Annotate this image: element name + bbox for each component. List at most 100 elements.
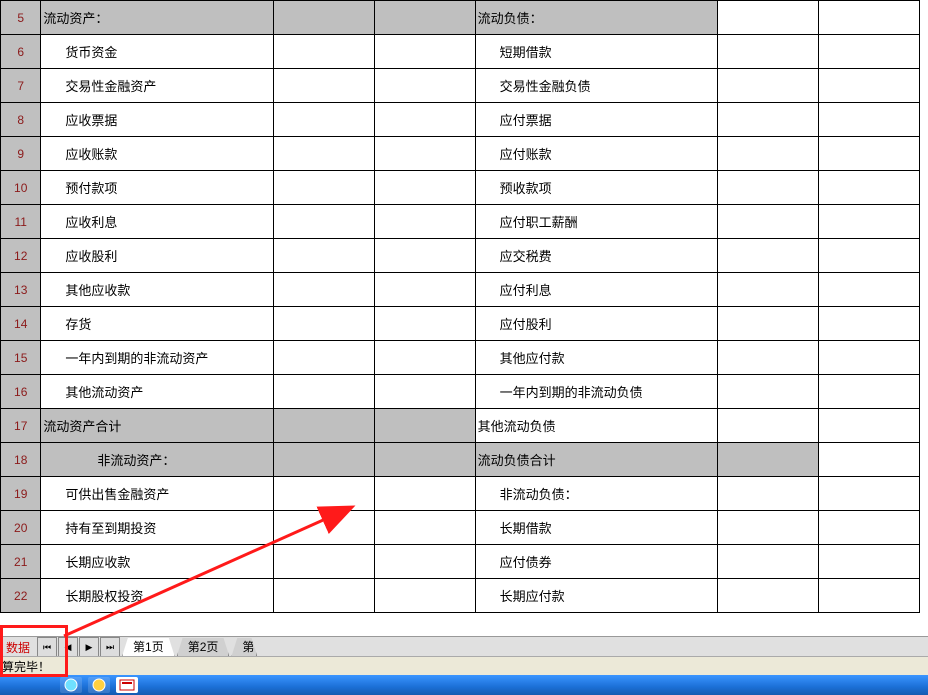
liability-value-1[interactable]: [717, 103, 818, 137]
asset-value-1[interactable]: [273, 171, 374, 205]
liability-value-1[interactable]: [717, 375, 818, 409]
asset-value-2[interactable]: [374, 137, 475, 171]
liability-value-1[interactable]: [717, 341, 818, 375]
row-header[interactable]: 11: [1, 205, 41, 239]
liability-value-2[interactable]: [818, 477, 919, 511]
liability-value-1[interactable]: [717, 477, 818, 511]
nav-first-button[interactable]: ⏮: [37, 637, 57, 657]
asset-label[interactable]: 应收票据: [41, 103, 273, 137]
liability-label[interactable]: 一年内到期的非流动负债: [475, 375, 717, 409]
asset-value-1[interactable]: [273, 511, 374, 545]
asset-value-2[interactable]: [374, 307, 475, 341]
row-header[interactable]: 7: [1, 69, 41, 103]
liability-value-1[interactable]: [717, 239, 818, 273]
asset-value-1[interactable]: [273, 307, 374, 341]
asset-value-2[interactable]: [374, 545, 475, 579]
liability-value-2[interactable]: [818, 1, 919, 35]
liability-value-2[interactable]: [818, 35, 919, 69]
liability-label[interactable]: 应付票据: [475, 103, 717, 137]
asset-value-2[interactable]: [374, 171, 475, 205]
asset-label[interactable]: 交易性金融资产: [41, 69, 273, 103]
liability-label[interactable]: 应付债券: [475, 545, 717, 579]
asset-value-1[interactable]: [273, 69, 374, 103]
asset-value-2[interactable]: [374, 35, 475, 69]
liability-value-1[interactable]: [717, 409, 818, 443]
liability-value-2[interactable]: [818, 341, 919, 375]
asset-value-2[interactable]: [374, 239, 475, 273]
row-header[interactable]: 8: [1, 103, 41, 137]
asset-value-1[interactable]: [273, 477, 374, 511]
liability-value-2[interactable]: [818, 69, 919, 103]
asset-value-2[interactable]: [374, 273, 475, 307]
liability-value-1[interactable]: [717, 69, 818, 103]
asset-value-2[interactable]: [374, 579, 475, 613]
liability-value-1[interactable]: [717, 1, 818, 35]
row-header[interactable]: 9: [1, 137, 41, 171]
taskbar-app-1-icon[interactable]: [60, 677, 82, 693]
row-header[interactable]: 10: [1, 171, 41, 205]
row-header[interactable]: 18: [1, 443, 41, 477]
row-header[interactable]: 6: [1, 35, 41, 69]
row-header[interactable]: 17: [1, 409, 41, 443]
liability-value-2[interactable]: [818, 307, 919, 341]
asset-value-2[interactable]: [374, 375, 475, 409]
sheet-tab-data[interactable]: 数据: [0, 639, 36, 656]
asset-value-2[interactable]: [374, 409, 475, 443]
liability-value-2[interactable]: [818, 545, 919, 579]
liability-value-2[interactable]: [818, 511, 919, 545]
asset-value-2[interactable]: [374, 103, 475, 137]
asset-value-2[interactable]: [374, 205, 475, 239]
liability-label[interactable]: 应付利息: [475, 273, 717, 307]
asset-label[interactable]: 预付款项: [41, 171, 273, 205]
row-header[interactable]: 22: [1, 579, 41, 613]
liability-label[interactable]: 应付股利: [475, 307, 717, 341]
asset-label[interactable]: 流动资产合计: [41, 409, 273, 443]
liability-value-1[interactable]: [717, 137, 818, 171]
asset-value-1[interactable]: [273, 443, 374, 477]
liability-value-1[interactable]: [717, 273, 818, 307]
asset-label[interactable]: 非流动资产：: [41, 443, 273, 477]
asset-value-1[interactable]: [273, 35, 374, 69]
liability-value-1[interactable]: [717, 579, 818, 613]
row-header[interactable]: 14: [1, 307, 41, 341]
liability-label[interactable]: 长期借款: [475, 511, 717, 545]
liability-label[interactable]: 应付职工薪酬: [475, 205, 717, 239]
liability-label[interactable]: 应付账款: [475, 137, 717, 171]
asset-value-1[interactable]: [273, 273, 374, 307]
liability-label[interactable]: 其他应付款: [475, 341, 717, 375]
asset-label[interactable]: 应收利息: [41, 205, 273, 239]
liability-label[interactable]: 流动负债：: [475, 1, 717, 35]
liability-value-2[interactable]: [818, 171, 919, 205]
asset-value-1[interactable]: [273, 409, 374, 443]
liability-value-2[interactable]: [818, 205, 919, 239]
asset-value-1[interactable]: [273, 137, 374, 171]
liability-value-1[interactable]: [717, 443, 818, 477]
liability-value-1[interactable]: [717, 307, 818, 341]
asset-value-1[interactable]: [273, 341, 374, 375]
liability-value-2[interactable]: [818, 239, 919, 273]
liability-value-2[interactable]: [818, 375, 919, 409]
asset-label[interactable]: 其他应收款: [41, 273, 273, 307]
asset-value-2[interactable]: [374, 341, 475, 375]
asset-value-2[interactable]: [374, 477, 475, 511]
liability-value-2[interactable]: [818, 103, 919, 137]
liability-value-1[interactable]: [717, 511, 818, 545]
asset-value-1[interactable]: [273, 1, 374, 35]
asset-value-1[interactable]: [273, 579, 374, 613]
row-header[interactable]: 13: [1, 273, 41, 307]
liability-value-1[interactable]: [717, 171, 818, 205]
liability-value-2[interactable]: [818, 273, 919, 307]
sheet-tab-page1[interactable]: 第1页: [122, 638, 175, 657]
liability-value-1[interactable]: [717, 205, 818, 239]
taskbar-app-3-icon[interactable]: [116, 677, 138, 693]
liability-value-1[interactable]: [717, 545, 818, 579]
nav-last-button[interactable]: ⏭: [100, 637, 120, 657]
asset-label[interactable]: 一年内到期的非流动资产: [41, 341, 273, 375]
sheet-tab-page2[interactable]: 第2页: [177, 638, 230, 657]
asset-value-1[interactable]: [273, 103, 374, 137]
asset-label[interactable]: 流动资产：: [41, 1, 273, 35]
nav-next-button[interactable]: ▶: [79, 637, 99, 657]
row-header[interactable]: 15: [1, 341, 41, 375]
liability-label[interactable]: 流动负债合计: [475, 443, 717, 477]
row-header[interactable]: 12: [1, 239, 41, 273]
